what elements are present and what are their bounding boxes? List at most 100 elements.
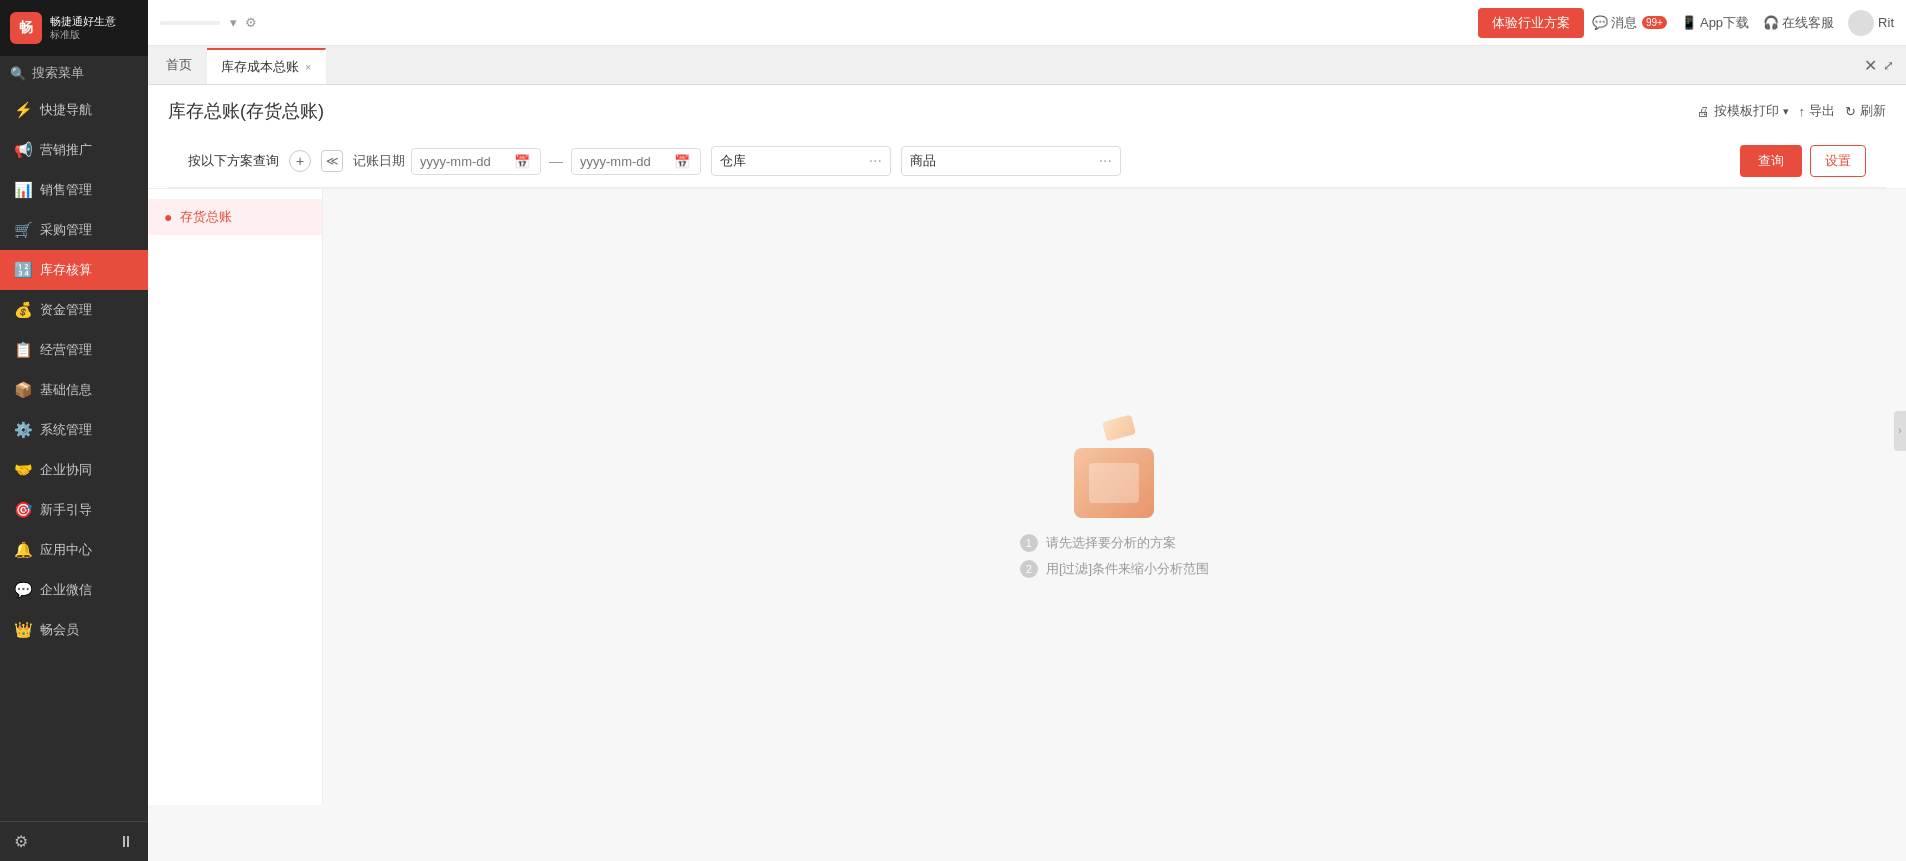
collapse-icon[interactable]: ⏸	[118, 833, 134, 851]
sidebar-item-corp[interactable]: 🤝 企业协同	[0, 450, 148, 490]
print-template-button[interactable]: 🖨 按模板打印 ▾	[1697, 102, 1789, 120]
product-more-icon[interactable]: ···	[1099, 152, 1112, 170]
sidebar-item-finance[interactable]: 💰 资金管理	[0, 290, 148, 330]
finance-icon: 💰	[14, 301, 32, 319]
sidebar-nav: ⚡ 快捷导航 📢 营销推广 📊 销售管理 🛒 采购管理 🔢 库存核算 💰 资金管…	[0, 90, 148, 821]
filter-add-button[interactable]: +	[289, 150, 311, 172]
sidebar-item-label: 经营管理	[40, 341, 92, 359]
export-button[interactable]: ↑ 导出	[1799, 102, 1836, 120]
settings-button[interactable]: 设置	[1810, 145, 1866, 177]
date-end-input[interactable]	[580, 154, 670, 169]
app-name: 畅捷通好生意	[50, 14, 116, 28]
panel-expand-button[interactable]: ⤢	[1883, 58, 1894, 73]
tab-home-label: 首页	[166, 56, 192, 74]
sidebar-item-operations[interactable]: 📋 经营管理	[0, 330, 148, 370]
messages-button[interactable]: 💬 消息 99+	[1592, 14, 1667, 32]
sidebar-item-system[interactable]: ⚙️ 系统管理	[0, 410, 148, 450]
empty-step-1: 1 请先选择要分析的方案	[1020, 534, 1209, 552]
content-body: ● 存货总账 1 请先选择要分析的方案	[148, 189, 1906, 805]
tab-active-label: 库存成本总账	[221, 58, 299, 76]
inventory-icon: 🔢	[14, 261, 32, 279]
sidebar-item-member[interactable]: 👑 畅会员	[0, 610, 148, 650]
marketing-icon: 📢	[14, 141, 32, 159]
scheme-item-icon: ●	[164, 209, 172, 225]
scheme-item-label: 存货总账	[180, 208, 232, 226]
step-num-2: 2	[1020, 560, 1038, 578]
messages-badge: 99+	[1642, 16, 1667, 29]
search-button[interactable]: 查询	[1740, 145, 1802, 177]
industry-solution-button[interactable]: 体验行业方案	[1478, 8, 1584, 38]
sidebar-footer: ⚙ ⏸	[0, 821, 148, 861]
expand-handle[interactable]: ›	[1894, 411, 1906, 451]
date-end-input-wrapper[interactable]: 📅	[571, 148, 701, 175]
topbar-right: 💬 消息 99+ 📱 App下载 🎧 在线客服 Rit	[1592, 10, 1894, 36]
sidebar-item-label: 畅会员	[40, 621, 79, 639]
scheme-item-inventory[interactable]: ● 存货总账	[148, 199, 322, 235]
panel-close-button[interactable]: ✕	[1864, 56, 1877, 75]
purchase-icon: 🛒	[14, 221, 32, 239]
tab-close-icon[interactable]: ×	[305, 61, 311, 73]
sidebar-item-guide[interactable]: 🎯 新手引导	[0, 490, 148, 530]
gear-settings-icon[interactable]: ⚙	[245, 15, 257, 30]
tab-bar: 首页 库存成本总账 × ✕ ⤢	[148, 46, 1906, 85]
search-menu-label: 搜索菜单	[32, 64, 84, 82]
sidebar-item-label: 库存核算	[40, 261, 92, 279]
main-area: ▾ ⚙ 体验行业方案 💬 消息 99+ 📱 App下载 🎧 在线客服 Rit	[148, 0, 1906, 861]
sidebar-item-label: 企业微信	[40, 581, 92, 599]
page-header: 库存总账(存货总账) 🖨 按模板打印 ▾ ↑ 导出 ↻ 刷新	[148, 85, 1906, 189]
tab-home[interactable]: 首页	[152, 48, 207, 82]
sidebar-item-quick-nav[interactable]: ⚡ 快捷导航	[0, 90, 148, 130]
date-start-input[interactable]	[420, 154, 510, 169]
user-info[interactable]: Rit	[1848, 10, 1894, 36]
calendar-end-icon[interactable]: 📅	[674, 154, 690, 169]
product-select[interactable]: 商品 ···	[901, 146, 1121, 176]
sidebar-item-wechat[interactable]: 💬 企业微信	[0, 570, 148, 610]
sidebar-item-sales[interactable]: 📊 销售管理	[0, 170, 148, 210]
illustration-box	[1074, 448, 1154, 518]
sidebar-item-label: 应用中心	[40, 541, 92, 559]
filter-collapse-button[interactable]: ≪	[321, 150, 343, 172]
sidebar-item-inventory[interactable]: 🔢 库存核算	[0, 250, 148, 290]
headset-icon: 🎧	[1763, 15, 1779, 30]
sidebar-item-basic-info[interactable]: 📦 基础信息	[0, 370, 148, 410]
sidebar-item-app-center[interactable]: 🔔 应用中心	[0, 530, 148, 570]
sidebar-item-label: 企业协同	[40, 461, 92, 479]
date-separator: —	[549, 153, 563, 169]
illustration-shine	[1102, 414, 1136, 441]
app-download-button[interactable]: 📱 App下载	[1681, 14, 1749, 32]
warehouse-filter-group: 仓库 ···	[711, 146, 891, 176]
date-start-input-wrapper[interactable]: 📅	[411, 148, 541, 175]
tab-inventory-ledger[interactable]: 库存成本总账 ×	[207, 48, 326, 84]
search-menu[interactable]: 🔍 搜索菜单	[0, 56, 148, 90]
dropdown-icon[interactable]: ▾	[230, 15, 237, 30]
guide-icon: 🎯	[14, 501, 32, 519]
phone-icon: 📱	[1681, 15, 1697, 30]
topbar-breadcrumb: ▾ ⚙	[160, 15, 1470, 30]
export-icon: ↑	[1799, 104, 1806, 119]
warehouse-more-icon[interactable]: ···	[869, 152, 882, 170]
calendar-start-icon[interactable]: 📅	[514, 154, 530, 169]
date-filter-group: 记账日期 📅 — 📅	[353, 148, 701, 175]
sidebar-item-label: 资金管理	[40, 301, 92, 319]
refresh-button[interactable]: ↻ 刷新	[1845, 102, 1886, 120]
warehouse-select[interactable]: 仓库 ···	[711, 146, 891, 176]
avatar	[1848, 10, 1874, 36]
page-actions: 🖨 按模板打印 ▾ ↑ 导出 ↻ 刷新	[1697, 102, 1887, 120]
online-service-button[interactable]: 🎧 在线客服	[1763, 14, 1834, 32]
settings-icon[interactable]: ⚙	[14, 832, 28, 851]
operations-icon: 📋	[14, 341, 32, 359]
filter-actions: 查询 设置	[1740, 145, 1866, 177]
message-icon: 💬	[1592, 15, 1608, 30]
sidebar-item-purchase[interactable]: 🛒 采购管理	[0, 210, 148, 250]
sidebar-item-marketing[interactable]: 📢 营销推广	[0, 130, 148, 170]
empty-state-area: 1 请先选择要分析的方案 2 用[过滤]条件来缩小分析范围	[323, 189, 1906, 805]
wechat-icon: 💬	[14, 581, 32, 599]
sidebar-item-label: 基础信息	[40, 381, 92, 399]
sidebar: 畅 畅捷通好生意 标准版 🔍 搜索菜单 ⚡ 快捷导航 📢 营销推广 📊 销售管理…	[0, 0, 148, 861]
illustration-box-inner	[1089, 463, 1139, 503]
tab-panel-actions: ✕ ⤢	[1864, 56, 1902, 75]
logo-icon: 畅	[10, 12, 42, 44]
sidebar-item-label: 快捷导航	[40, 101, 92, 119]
step-num-1: 1	[1020, 534, 1038, 552]
breadcrumb-text	[160, 21, 220, 25]
